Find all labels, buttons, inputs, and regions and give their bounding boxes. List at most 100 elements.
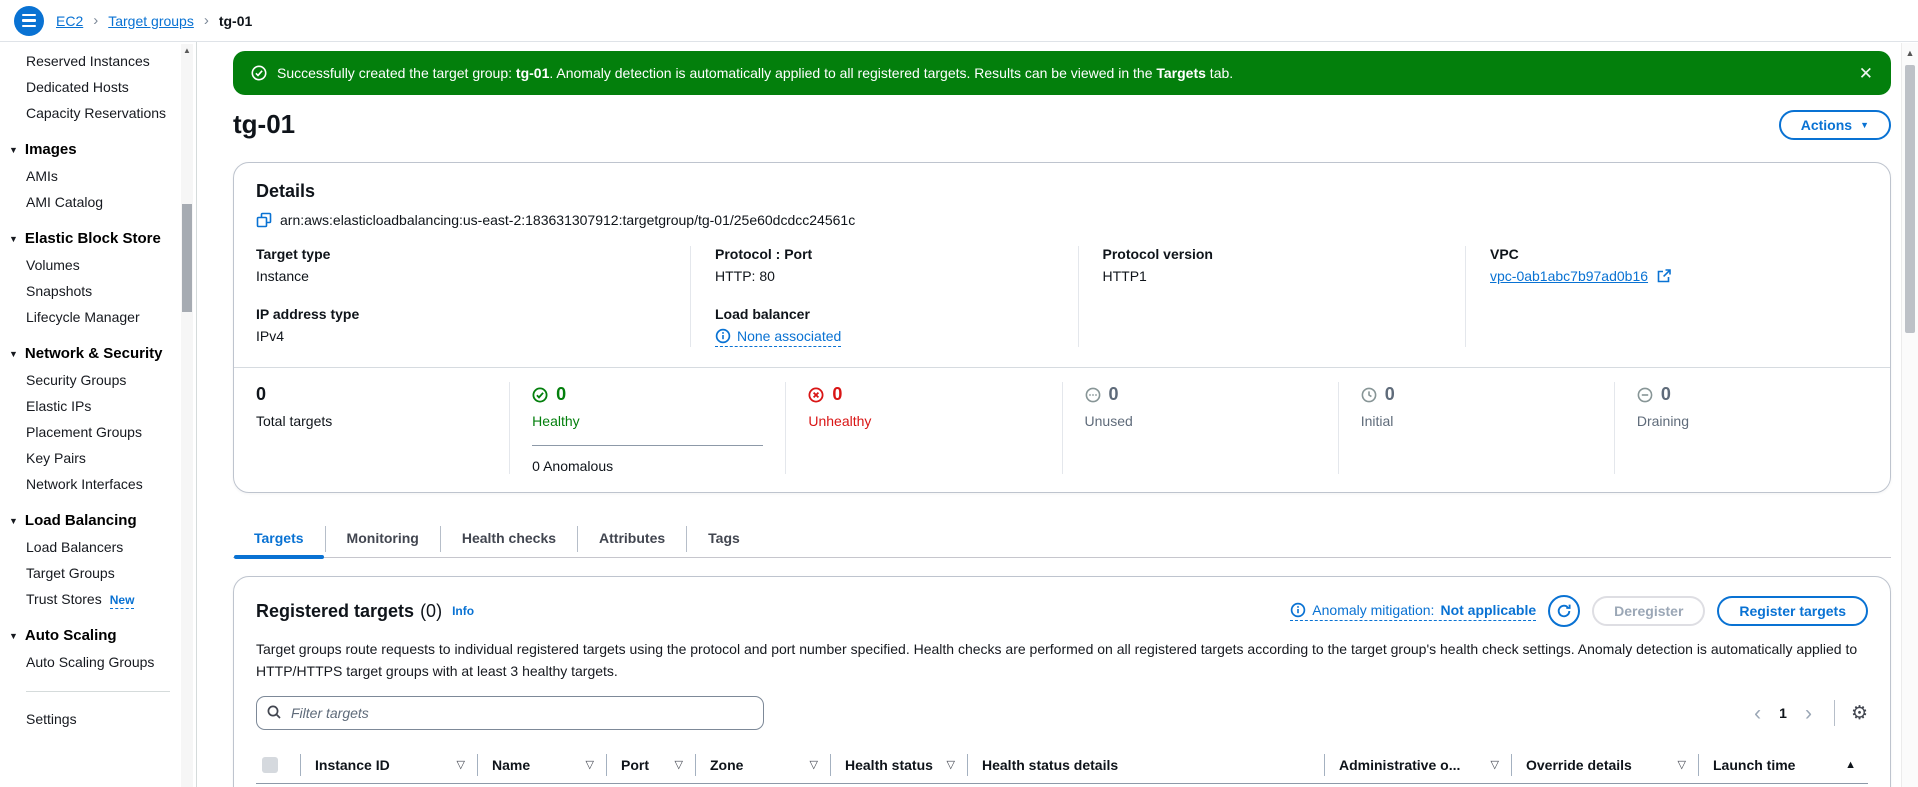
sidebar-item-elastic-ips[interactable]: Elastic IPs [0, 393, 196, 419]
column-health-status-details: Health status details [982, 756, 1119, 773]
table-toolbar: ‹ 1 › ⚙ [256, 696, 1868, 731]
column-port: Port ▽ [621, 756, 683, 773]
column-override-details: Override details ▽ [1526, 756, 1686, 773]
scrollbar-thumb[interactable] [1905, 65, 1915, 333]
stat-unhealthy: 0 Unhealthy [785, 382, 1061, 474]
sidebar-item-key-pairs[interactable]: Key Pairs [0, 445, 196, 471]
top-navigation: EC2 › Target groups › tg-01 [0, 0, 1918, 42]
actions-button[interactable]: Actions ▼ [1778, 109, 1891, 140]
sidebar-scrollbar[interactable]: ▲ [181, 44, 193, 787]
sidebar-item-trust-stores[interactable]: Trust Stores New [0, 586, 196, 612]
filter-targets-input[interactable] [256, 696, 764, 731]
filter-icon[interactable]: ▽ [947, 758, 955, 771]
filter-icon[interactable]: ▽ [1491, 758, 1499, 771]
external-link-icon[interactable] [1656, 268, 1672, 284]
sidebar-item-snapshots[interactable]: Snapshots [0, 278, 196, 304]
sidebar-section-images[interactable]: ▼ Images [0, 136, 196, 163]
tab-targets[interactable]: Targets [233, 521, 325, 559]
registered-targets-count: (0) [420, 600, 443, 621]
tab-health-checks[interactable]: Health checks [441, 521, 577, 557]
registered-targets-title: Registered targets [256, 600, 415, 621]
pagination: ‹ 1 › ⚙ [1748, 700, 1868, 727]
sidebar-item-auto-scaling-groups[interactable]: Auto Scaling Groups [0, 649, 196, 675]
current-page-number[interactable]: 1 [1773, 705, 1793, 721]
total-targets-value: 0 [256, 384, 267, 404]
filter-icon[interactable]: ▽ [810, 758, 818, 771]
breadcrumb-ec2[interactable]: EC2 [56, 13, 83, 29]
filter-icon[interactable]: ▽ [1678, 758, 1686, 771]
scroll-up-icon[interactable]: ▲ [1902, 43, 1918, 58]
previous-page-icon[interactable]: ‹ [1748, 703, 1767, 724]
sidebar-section-label: Auto Scaling [24, 627, 117, 644]
scrollbar-thumb[interactable] [182, 204, 192, 312]
sidebar-item-network-interfaces[interactable]: Network Interfaces [0, 471, 196, 497]
scroll-up-icon[interactable]: ▲ [181, 44, 193, 55]
registered-targets-description: Target groups route requests to individu… [256, 641, 1858, 679]
status-success-icon [251, 65, 267, 81]
filter-icon[interactable]: ▽ [457, 758, 465, 771]
healthy-value: 0 [556, 384, 567, 404]
total-targets-label: Total targets [256, 413, 333, 429]
vpc-link[interactable]: vpc-0ab1abc7b97ad0b16 [1490, 268, 1648, 284]
column-instance-id: Instance ID ▽ [315, 756, 465, 773]
sidebar-item-placement-groups[interactable]: Placement Groups [0, 419, 196, 445]
tab-tags[interactable]: Tags [687, 521, 761, 557]
sidebar-item-amis[interactable]: AMIs [0, 163, 196, 189]
protocol-port-label: Protocol : Port [715, 246, 813, 262]
sidebar-item-target-groups[interactable]: Target Groups [0, 560, 196, 586]
info-link[interactable]: Info [452, 604, 474, 618]
sidebar-item-settings[interactable]: Settings [0, 706, 196, 732]
stat-unused: 0 Unused [1061, 382, 1338, 474]
sidebar-item-security-groups[interactable]: Security Groups [0, 367, 196, 393]
sidebar-item-dedicated-hosts[interactable]: Dedicated Hosts [0, 74, 196, 100]
target-type-label: Target type [256, 246, 331, 262]
stat-healthy: 0 Healthy 0 Anomalous [509, 382, 785, 474]
clock-icon [1361, 387, 1377, 402]
sidebar-item-capacity-reservations[interactable]: Capacity Reservations [0, 100, 196, 126]
hamburger-menu-icon[interactable] [14, 5, 44, 36]
anomaly-mitigation-link[interactable]: Anomaly mitigation: Not applicable [1290, 601, 1537, 621]
chevron-right-icon: › [203, 12, 209, 29]
page-scrollbar[interactable]: ▲ [1901, 43, 1918, 787]
select-all-checkbox[interactable] [262, 756, 278, 773]
sidebar-section-auto-scaling[interactable]: ▼ Auto Scaling [0, 622, 196, 649]
sidebar-item-lifecycle-manager[interactable]: Lifecycle Manager [0, 304, 196, 330]
protocol-port-value: HTTP: 80 [715, 268, 775, 284]
anomaly-mitigation-label: Anomaly mitigation: [1312, 601, 1435, 618]
preferences-gear-icon[interactable]: ⚙ [1851, 703, 1868, 723]
sidebar-item-load-balancers[interactable]: Load Balancers [0, 534, 196, 560]
refresh-button[interactable] [1548, 595, 1581, 627]
details-card: Details arn:aws:elasticloadbalancing:us-… [233, 162, 1891, 493]
close-icon[interactable]: ✕ [1859, 65, 1873, 82]
copy-icon[interactable] [256, 212, 272, 228]
register-targets-button[interactable]: Register targets [1717, 596, 1868, 626]
column-zone: Zone ▽ [710, 756, 818, 773]
sidebar-section-elastic-block-store[interactable]: ▼ Elastic Block Store [0, 225, 196, 252]
tab-monitoring[interactable]: Monitoring [326, 521, 440, 557]
filter-icon[interactable]: ▽ [586, 758, 594, 771]
refresh-icon [1557, 604, 1571, 618]
sidebar-section-load-balancing[interactable]: ▼ Load Balancing [0, 507, 196, 534]
healthy-label: Healthy [532, 413, 580, 429]
divider [532, 445, 764, 446]
sidebar-item-reserved-instances[interactable]: Reserved Instances [0, 48, 196, 74]
filter-icon[interactable]: ▽ [675, 758, 683, 771]
breadcrumb-target-groups[interactable]: Target groups [108, 13, 194, 29]
sidebar-item-volumes[interactable]: Volumes [0, 252, 196, 278]
anomaly-mitigation-value: Not applicable [1440, 601, 1537, 618]
sidebar-section-network-security[interactable]: ▼ Network & Security [0, 340, 196, 367]
sidebar-section-label: Elastic Block Store [24, 230, 161, 247]
sidebar-section-label: Network & Security [24, 345, 163, 362]
next-page-icon[interactable]: › [1799, 703, 1818, 724]
table-header-row: Instance ID ▽ Name ▽ Port ▽ Zone ▽ Health st… [256, 746, 1868, 785]
load-balancer-none-associated-link[interactable]: None associated [715, 328, 842, 347]
triangle-down-icon: ▼ [9, 630, 18, 641]
new-badge: New [109, 593, 135, 609]
tab-attributes[interactable]: Attributes [578, 521, 686, 557]
sort-ascending-icon[interactable]: ▲ [1845, 759, 1856, 771]
deregister-button[interactable]: Deregister [1592, 596, 1706, 626]
breadcrumb-current: tg-01 [218, 12, 253, 29]
sidebar-item-ami-catalog[interactable]: AMI Catalog [0, 189, 196, 215]
x-circle-icon [808, 387, 824, 402]
protocol-version-label: Protocol version [1102, 246, 1213, 262]
